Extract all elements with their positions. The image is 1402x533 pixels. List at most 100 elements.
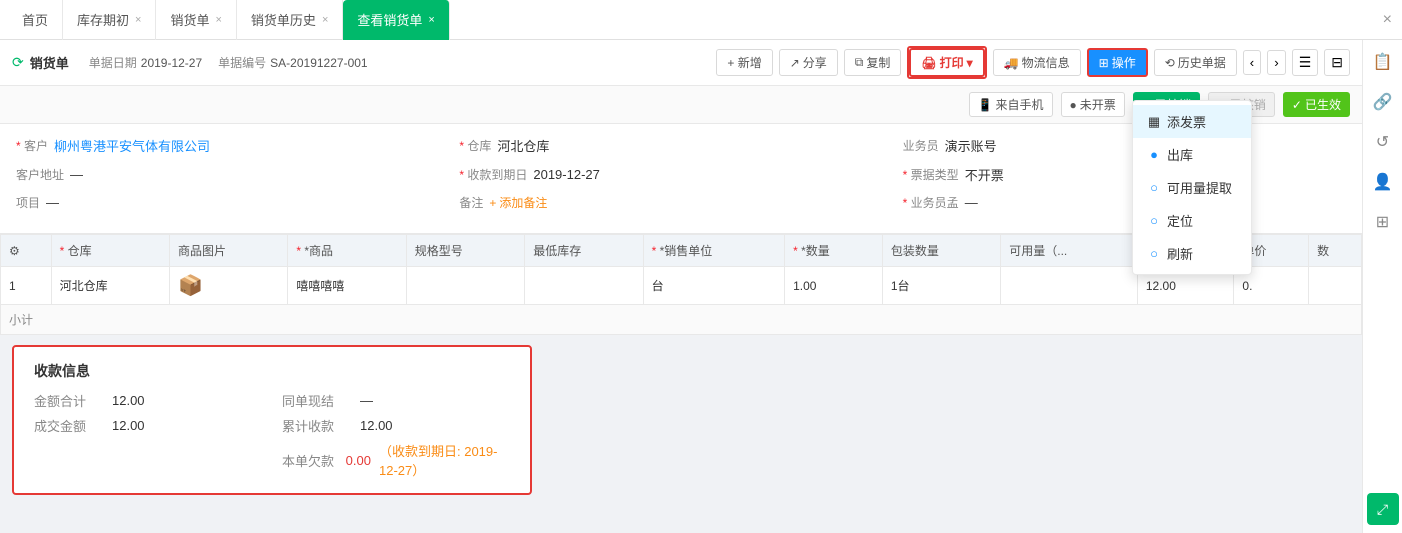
- print-button[interactable]: 🖨 打印 ▾: [909, 48, 984, 77]
- cell-min-stock: [525, 267, 643, 305]
- cell-product: 嘻嘻嘻嘻: [288, 267, 406, 305]
- same-settlement-label: 同单现结: [282, 391, 352, 410]
- ship-icon: ●: [1147, 147, 1161, 162]
- col-settings[interactable]: ⚙: [1, 235, 52, 267]
- share-icon: ↗: [790, 56, 800, 70]
- cumulative-value: 12.00: [360, 418, 393, 433]
- product-image: 📦: [178, 275, 203, 297]
- tab-view-sales[interactable]: 查看销货单 ×: [343, 0, 449, 40]
- warehouse-value: 河北仓库: [497, 136, 549, 155]
- print-icon: 🖨: [921, 56, 936, 70]
- dropdown-item-locate[interactable]: ○ 定位: [1133, 204, 1251, 237]
- close-tab-sales-history[interactable]: ×: [322, 14, 328, 26]
- logistics-button[interactable]: 🚚 物流信息: [993, 49, 1081, 76]
- tab-sales-history[interactable]: 销货单历史 ×: [237, 0, 343, 40]
- doc-title: ⟳ 销货单: [12, 53, 69, 72]
- form-col-project: 项目 —: [16, 194, 459, 211]
- sidebar-icon-grid[interactable]: ⊞: [1372, 208, 1393, 236]
- meta-date: 单据日期 2019-12-27: [89, 54, 202, 71]
- close-tab-inventory[interactable]: ×: [135, 14, 141, 26]
- col-image: 商品图片: [169, 235, 287, 267]
- ops-button[interactable]: ⊞ 操作: [1087, 48, 1148, 77]
- toolbar-row1: ⟳ 销货单 单据日期 2019-12-27 单据编号 SA-20191227-0…: [0, 40, 1362, 86]
- form-col-salesman2: 业务员孟 —: [903, 194, 1346, 211]
- cell-image: 📦: [169, 267, 287, 305]
- total-amount-value: 12.00: [112, 393, 145, 408]
- layout-button2[interactable]: ⊟: [1324, 49, 1350, 76]
- customer-value[interactable]: 柳州粤港平安气体有限公司: [54, 136, 210, 155]
- salesman2-value: —: [965, 195, 978, 210]
- sidebar-icon-link[interactable]: 🔗: [1369, 88, 1397, 116]
- ticket-icon: ●: [1070, 98, 1077, 112]
- copy-icon: ⧉: [855, 55, 864, 70]
- locate-icon: ○: [1147, 213, 1161, 228]
- history-button[interactable]: ⟲ 历史单据: [1154, 49, 1237, 76]
- history-icon: ⟲: [1165, 56, 1175, 70]
- sidebar-icon-user[interactable]: 👤: [1369, 168, 1397, 196]
- refresh-icon: ○: [1147, 246, 1161, 261]
- effect-button[interactable]: ✓ 已生效: [1283, 92, 1350, 117]
- col-warehouse: 仓库: [51, 235, 169, 267]
- tab-sales[interactable]: 销货单 ×: [156, 0, 236, 40]
- dropdown-item-available[interactable]: ○ 可用量提取: [1133, 171, 1251, 204]
- dropdown-item-add-invoice[interactable]: ▦ 添发票: [1133, 105, 1251, 138]
- toolbar-actions: + 新增 ↗ 分享 ⧉ 复制 🖨 打印 ▾ 🚚 物流信息 ⊞: [716, 46, 1350, 79]
- copy-button[interactable]: ⧉ 复制: [844, 49, 902, 76]
- balance-note: （收款到期日: 2019-12-27）: [379, 441, 510, 479]
- transaction-value: 12.00: [112, 418, 145, 433]
- close-tab-view-sales[interactable]: ×: [428, 14, 434, 26]
- form-col-customer: 客户 柳州粤港平安气体有限公司: [16, 136, 459, 155]
- ticket-label: 票据类型: [903, 166, 959, 183]
- from-phone-button[interactable]: 📱 来自手机: [969, 92, 1053, 117]
- prev-button[interactable]: ‹: [1243, 50, 1261, 75]
- col-qty: *数量: [785, 235, 883, 267]
- date-value: 2019-12-27: [141, 56, 202, 70]
- payment-cumulative-row: 累计收款 12.00: [282, 416, 510, 435]
- add-remark-button[interactable]: + 添加备注: [489, 194, 547, 211]
- payment-box: 收款信息 金额合计 12.00 同单现结 — 成交金额 12.00 累计收款 1…: [12, 345, 532, 495]
- tab-inventory[interactable]: 库存期初 ×: [63, 0, 156, 40]
- form-col-address: 客户地址 —: [16, 166, 459, 183]
- col-product: *商品: [288, 235, 406, 267]
- col-unit: *销售单位: [643, 235, 784, 267]
- right-sidebar: 📋 🔗 ↺ 👤 ⊞ ⤢: [1362, 40, 1402, 533]
- print-highlight-box: 🖨 打印 ▾: [907, 46, 986, 79]
- dropdown-item-refresh[interactable]: ○ 刷新: [1133, 237, 1251, 270]
- form-col-salesman: 业务员 演示账号: [903, 136, 1346, 155]
- col-pkg-qty: 包装数量: [882, 235, 1000, 267]
- payment-title: 收款信息: [34, 361, 510, 381]
- meta-info: 单据日期 2019-12-27 单据编号 SA-20191227-001: [89, 54, 713, 71]
- available-icon: ○: [1147, 180, 1161, 195]
- subtotal-label: 小计: [1, 305, 1362, 335]
- cell-spec: [406, 267, 524, 305]
- warehouse-label: 仓库: [459, 137, 491, 154]
- sidebar-icon-expand[interactable]: ⤢: [1367, 493, 1399, 525]
- sidebar-icon-refresh[interactable]: ↺: [1372, 128, 1393, 156]
- number-value: SA-20191227-001: [270, 56, 367, 70]
- new-button[interactable]: + 新增: [716, 49, 772, 76]
- cell-qty: 1.00: [785, 267, 883, 305]
- next-button[interactable]: ›: [1267, 50, 1285, 75]
- ops-dropdown-menu: ▦ 添发票 ● 出库 ○ 可用量提取 ○ 定位 ○ 刷新: [1132, 100, 1252, 275]
- transaction-label: 成交金额: [34, 416, 104, 435]
- dropdown-item-ship[interactable]: ● 出库: [1133, 138, 1251, 171]
- sidebar-icon-doc[interactable]: 📋: [1369, 48, 1397, 76]
- form-col-payment-date: 收款到期日 2019-12-27: [459, 166, 902, 183]
- tab-home[interactable]: 首页: [8, 0, 63, 40]
- payment-balance-row: [34, 441, 262, 479]
- layout-button1[interactable]: ☰: [1292, 49, 1319, 76]
- address-label: 客户地址: [16, 166, 64, 183]
- total-amount-label: 金额合计: [34, 391, 104, 410]
- payment-same-row: 同单现结 —: [282, 391, 510, 410]
- not-open-button[interactable]: ● 未开票: [1061, 92, 1125, 117]
- subtotal-row: 小计: [1, 305, 1362, 335]
- salesman-label: 业务员: [903, 137, 939, 154]
- cell-index: 1: [1, 267, 52, 305]
- col-amount: 数: [1309, 235, 1362, 267]
- close-tab-sales[interactable]: ×: [215, 14, 221, 26]
- close-window-icon[interactable]: ×: [1383, 11, 1392, 29]
- balance-value: 0.00: [346, 453, 371, 468]
- share-button[interactable]: ↗ 分享: [779, 49, 838, 76]
- payment-transaction-row: 成交金额 12.00: [34, 416, 262, 435]
- form-col-ticket: 票据类型 不开票: [903, 165, 1346, 184]
